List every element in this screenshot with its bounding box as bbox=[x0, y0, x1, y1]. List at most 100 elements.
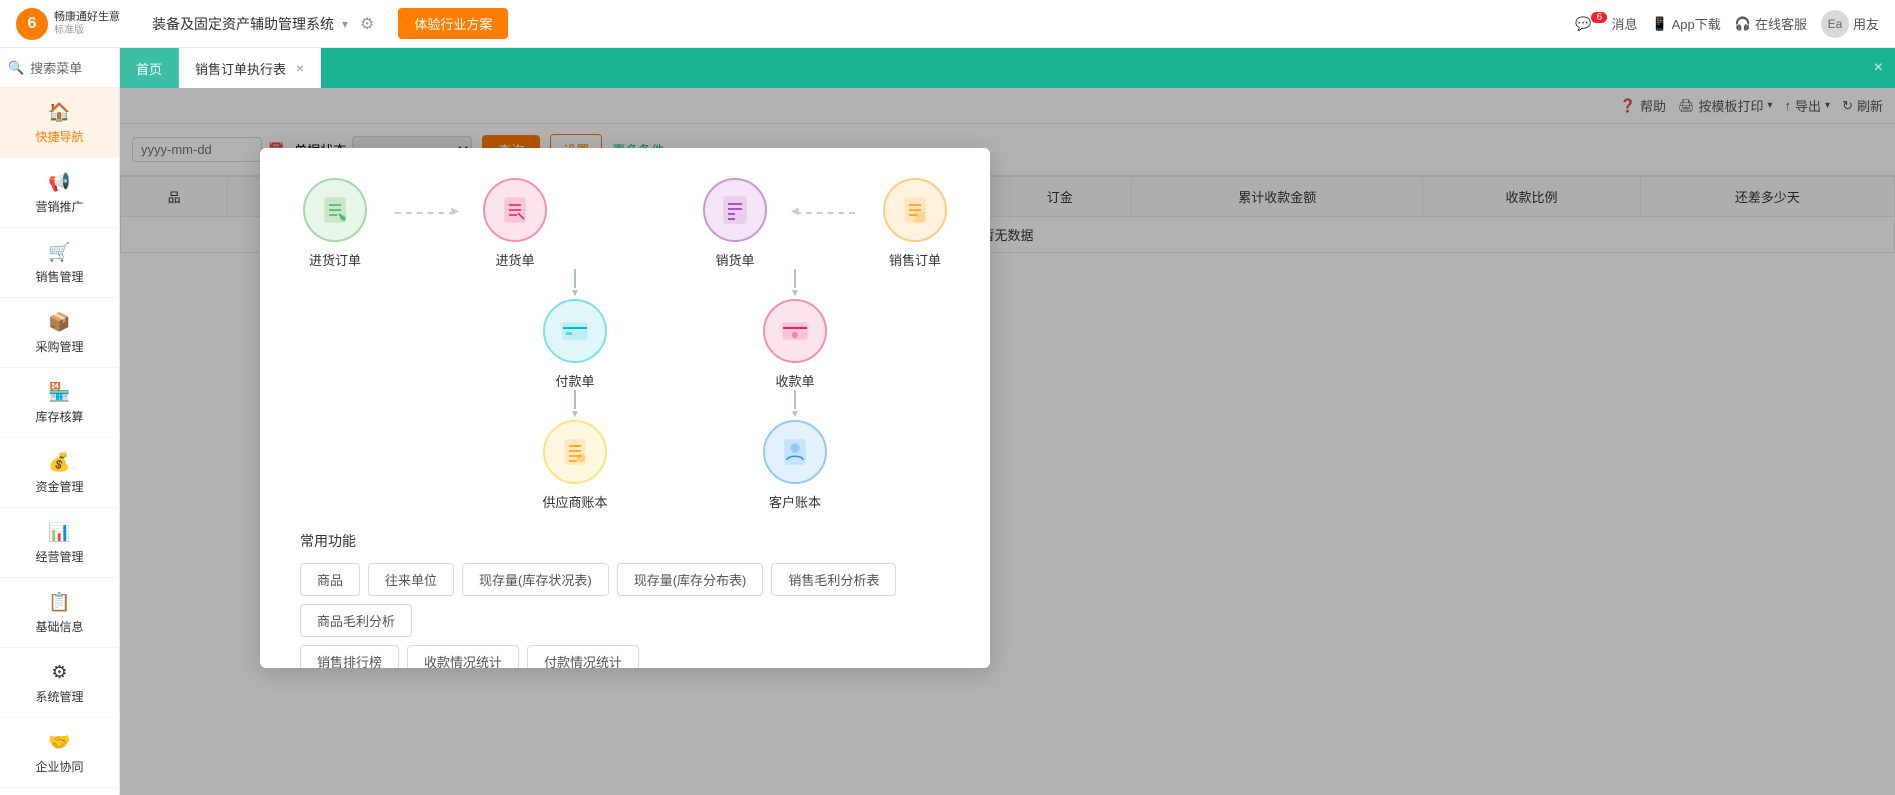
dropdown-icon[interactable]: ▾ bbox=[342, 17, 348, 31]
user-btn[interactable]: Ea 用友 bbox=[1821, 10, 1879, 38]
flow-node-sales-bill[interactable]: 销货单 bbox=[675, 178, 795, 269]
sidebar: 🔍 搜索菜单 🏠 快捷导航 📢 营销推广 🛒 销售管理 📦 采购管理 🏪 库存核… bbox=[0, 48, 120, 795]
settings-icon[interactable]: ⚙ bbox=[360, 14, 374, 34]
purchase-bill-label: 进货单 bbox=[495, 250, 534, 269]
flow-node-purchase-bill[interactable]: 进货单 bbox=[455, 178, 575, 269]
logo-line2: 标准版 bbox=[54, 24, 120, 37]
sales-icon: 🛒 bbox=[48, 240, 72, 264]
sidebar-item-system[interactable]: ⚙ 系统管理 bbox=[0, 648, 119, 718]
tab-home[interactable]: 首页 bbox=[120, 48, 179, 88]
sidebar-item-label: 系统管理 bbox=[35, 688, 83, 705]
enterprise-icon: 🤝 bbox=[48, 730, 72, 754]
sidebar-item-enterprise[interactable]: 🤝 企业协同 bbox=[0, 718, 119, 788]
online-service-btn[interactable]: 🎧 在线客服 bbox=[1735, 14, 1807, 33]
service-label: 在线客服 bbox=[1755, 14, 1807, 33]
tab-bar: 首页 销售订单执行表 × × bbox=[120, 48, 1895, 88]
arrow-pb-down: ▼ bbox=[515, 269, 635, 299]
app-icon: 📱 bbox=[1651, 16, 1667, 32]
flow-diagram: 进货订单 bbox=[260, 148, 990, 531]
operations-icon: 📊 bbox=[48, 520, 72, 544]
customer-account-label: 客户账本 bbox=[769, 492, 821, 511]
page-wrapper: ❓ 帮助 🖨 按模板打印 ▾ ↑ 导出 ▾ ↻ 刷新 bbox=[120, 88, 1895, 795]
sidebar-item-label: 经营管理 bbox=[35, 548, 83, 565]
cf-btn-product-gross[interactable]: 商品毛利分析 bbox=[300, 604, 412, 637]
supplier-account-label: 供应商账本 bbox=[542, 492, 607, 511]
flow-node-purchase-order[interactable]: 进货订单 bbox=[275, 178, 395, 269]
cf-btn-sales-rank[interactable]: 销售排行榜 bbox=[300, 645, 399, 668]
cf-btn-stock-dist[interactable]: 现存量(库存分布表) bbox=[617, 563, 764, 596]
header-actions: 💬 6 消息 📱 App下载 🎧 在线客服 Ea 用友 bbox=[1575, 10, 1879, 38]
receipt-circle bbox=[763, 299, 827, 363]
system-title: 装备及固定资产辅助管理系统 bbox=[152, 14, 334, 34]
arrow-po-to-pb bbox=[395, 212, 455, 214]
app-download-label: App下载 bbox=[1672, 14, 1721, 33]
arrow-sb-down: ▼ bbox=[735, 269, 855, 299]
message-icon: 💬 bbox=[1575, 16, 1591, 32]
tab-close-icon[interactable]: × bbox=[296, 60, 304, 76]
logo-text: 畅康通好生意 标准版 bbox=[54, 10, 120, 37]
avatar: Ea bbox=[1821, 10, 1849, 38]
tab-sales-order-exec[interactable]: 销售订单执行表 × bbox=[179, 48, 321, 88]
message-label: 消息 bbox=[1611, 14, 1637, 33]
sidebar-item-operations[interactable]: 📊 经营管理 bbox=[0, 508, 119, 578]
flow-node-customer-account[interactable]: 客户账本 bbox=[735, 420, 855, 511]
sidebar-item-label: 快捷导航 bbox=[35, 128, 83, 145]
payment-circle bbox=[543, 299, 607, 363]
sidebar-item-label: 企业协同 bbox=[35, 758, 83, 775]
flow-node-receipt[interactable]: 收款单 bbox=[735, 299, 855, 390]
home-tab-label: 首页 bbox=[136, 59, 162, 78]
sidebar-item-sales[interactable]: 🛒 销售管理 bbox=[0, 228, 119, 298]
user-name: 用友 bbox=[1853, 14, 1879, 33]
tab-bar-close-btn[interactable]: × bbox=[1862, 59, 1895, 77]
sidebar-item-basic-info[interactable]: 📋 基础信息 bbox=[0, 578, 119, 648]
arrow-so-to-sb bbox=[795, 212, 855, 214]
system-title-area: 装备及固定资产辅助管理系统 ▾ ⚙ 体验行业方案 bbox=[136, 8, 1575, 39]
sidebar-item-purchase[interactable]: 📦 采购管理 bbox=[0, 298, 119, 368]
sidebar-item-quick-nav[interactable]: 🏠 快捷导航 bbox=[0, 88, 119, 158]
main-layout: 🔍 搜索菜单 🏠 快捷导航 📢 营销推广 🛒 销售管理 📦 采购管理 🏪 库存核… bbox=[0, 48, 1895, 795]
purchase-bill-circle bbox=[483, 178, 547, 242]
cf-btn-products[interactable]: 商品 bbox=[300, 563, 360, 596]
sales-bill-label: 销货单 bbox=[715, 250, 754, 269]
cf-buttons-row2: 销售排行榜 收款情况统计 付款情况统计 bbox=[300, 645, 950, 668]
logo-line1: 畅康通好生意 bbox=[54, 10, 120, 24]
content-area: 首页 销售订单执行表 × × ❓ 帮助 🖨 按模板打印 ▾ bbox=[120, 48, 1895, 795]
v-arrows-row: ▼ ▼ bbox=[395, 269, 855, 299]
flow-row-1: 进货订单 bbox=[275, 178, 975, 269]
cf-btn-sales-gross[interactable]: 销售毛利分析表 bbox=[771, 563, 896, 596]
service-icon: 🎧 bbox=[1735, 16, 1751, 32]
sidebar-item-inventory[interactable]: 🏪 库存核算 bbox=[0, 368, 119, 438]
quick-nav-modal: 进货订单 bbox=[260, 148, 990, 668]
payment-label: 付款单 bbox=[555, 371, 594, 390]
sales-order-circle bbox=[883, 178, 947, 242]
arrow-receipt-down: ▼ bbox=[735, 390, 855, 420]
cf-btn-partners[interactable]: 往来单位 bbox=[368, 563, 454, 596]
cf-btn-stock-status[interactable]: 现存量(库存状况表) bbox=[462, 563, 609, 596]
quick-nav-icon: 🏠 bbox=[48, 100, 72, 124]
cf-btn-payments-stats[interactable]: 付款情况统计 bbox=[527, 645, 639, 668]
sales-order-label: 销售订单 bbox=[889, 250, 941, 269]
logo-area: 6 畅康通好生意 标准版 bbox=[16, 8, 136, 40]
cf-btn-receipts-stats[interactable]: 收款情况统计 bbox=[407, 645, 519, 668]
marketing-icon: 📢 bbox=[48, 170, 72, 194]
purchase-order-label: 进货订单 bbox=[309, 250, 361, 269]
sidebar-search[interactable]: 🔍 搜索菜单 bbox=[0, 48, 119, 88]
flow-node-supplier-account[interactable]: 供应商账本 bbox=[515, 420, 635, 511]
sidebar-item-label: 资金管理 bbox=[35, 478, 83, 495]
supplier-account-circle bbox=[543, 420, 607, 484]
sidebar-item-marketing[interactable]: 📢 营销推广 bbox=[0, 158, 119, 228]
finance-icon: 💰 bbox=[48, 450, 72, 474]
sidebar-item-label: 采购管理 bbox=[35, 338, 83, 355]
arrow-payment-down: ▼ bbox=[515, 390, 635, 420]
flow-row-3: 供应商账本 bbox=[395, 420, 855, 511]
flow-node-payment[interactable]: 付款单 bbox=[515, 299, 635, 390]
sidebar-item-label: 基础信息 bbox=[35, 618, 83, 635]
purchase-order-circle bbox=[303, 178, 367, 242]
sidebar-item-finance[interactable]: 💰 资金管理 bbox=[0, 438, 119, 508]
flow-node-sales-order[interactable]: 销售订单 bbox=[855, 178, 975, 269]
message-btn[interactable]: 💬 6 消息 bbox=[1575, 14, 1637, 33]
message-badge: 6 bbox=[1591, 12, 1607, 23]
app-download-btn[interactable]: 📱 App下载 bbox=[1651, 14, 1720, 33]
trial-btn[interactable]: 体验行业方案 bbox=[398, 8, 508, 39]
sidebar-item-newbie[interactable]: 🌟 新手引导 bbox=[0, 788, 119, 795]
